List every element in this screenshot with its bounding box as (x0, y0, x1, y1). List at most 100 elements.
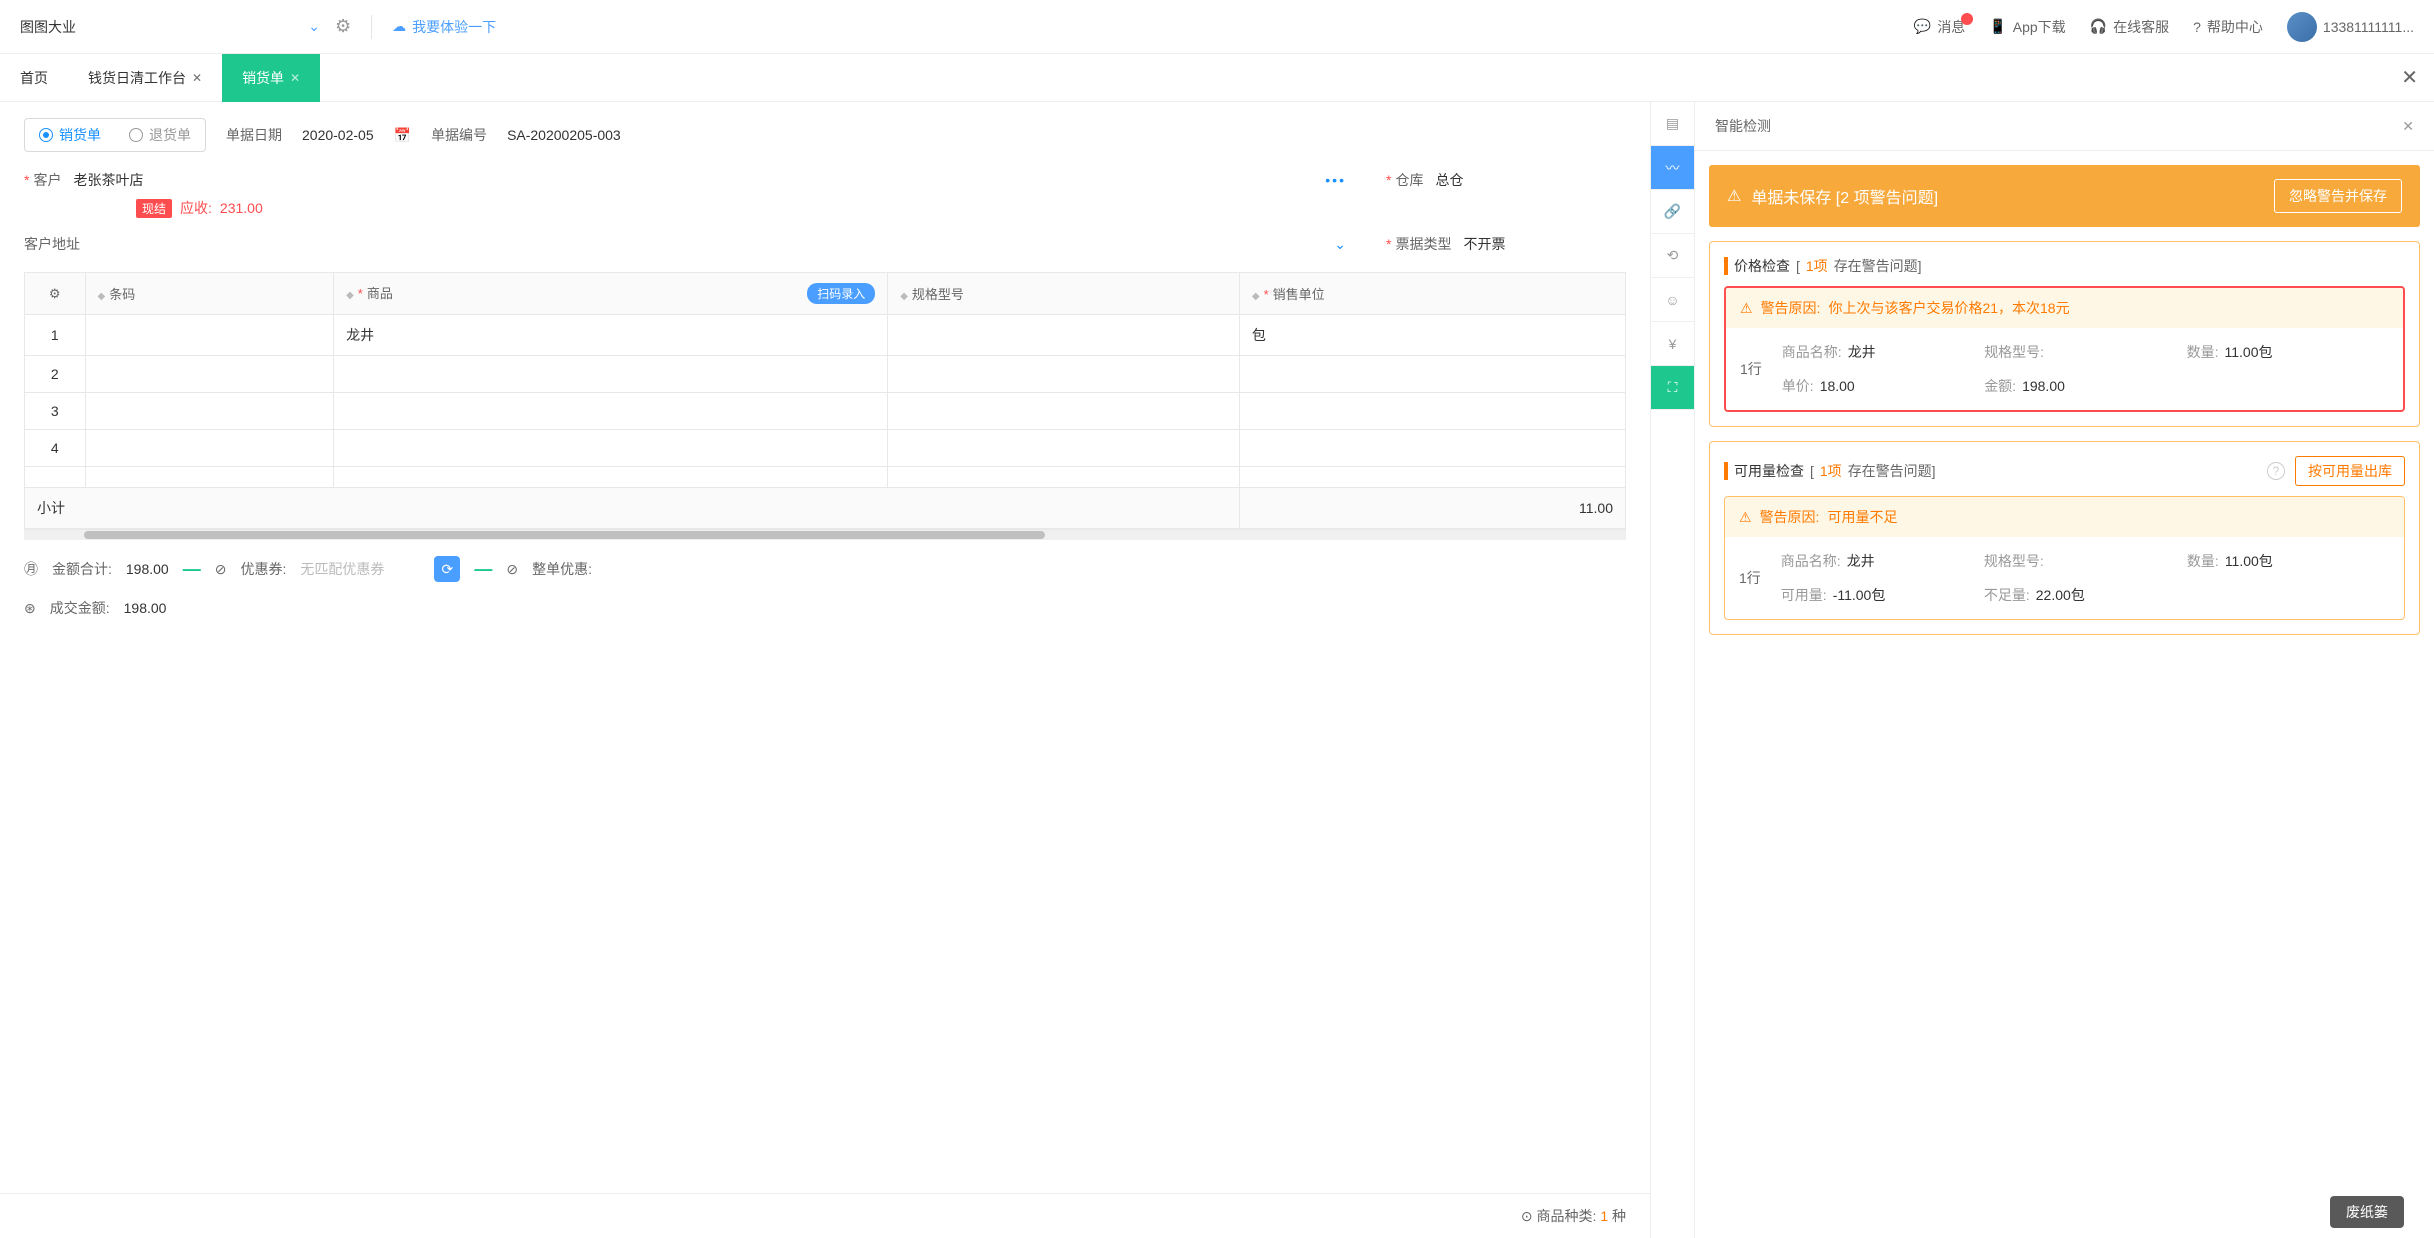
company-selector[interactable]: 图图大业 ⌄ (20, 17, 320, 37)
side-btn-link[interactable]: 🔗 (1651, 190, 1694, 234)
try-experience-link[interactable]: ☁ 我要体验一下 (392, 17, 496, 37)
more-dots-icon[interactable]: ••• (1325, 172, 1346, 188)
warehouse-value[interactable]: 总仓 (1435, 170, 1463, 190)
form-row-1: *客户 老张茶叶店 ••• *仓库 总仓 (0, 162, 1650, 198)
tab-workbench[interactable]: 钱货日清工作台 ✕ (68, 54, 222, 102)
table-row[interactable]: 1 龙井 包 (25, 315, 1625, 356)
warehouse-field: *仓库 总仓 (1386, 170, 1626, 190)
warning-banner: ⚠ 单据未保存 [2 项警告问题] 忽略警告并保存 (1709, 165, 2420, 227)
tab-sales-label: 销货单 (242, 68, 284, 88)
cell-product[interactable]: 龙井 (334, 315, 888, 356)
col-spec[interactable]: ◆规格型号 (888, 273, 1240, 315)
kind-label: 商品种类: (1537, 1208, 1597, 1224)
help-icon: ? (2193, 19, 2201, 35)
yen-icon: ¥ (1669, 336, 1677, 352)
close-icon[interactable]: ✕ (192, 71, 202, 85)
stock-title-text: 可用量检查 (1734, 461, 1804, 481)
side-btn-yen[interactable]: ¥ (1651, 322, 1694, 366)
outbound-button[interactable]: 按可用量出库 (2295, 456, 2405, 486)
side-btn-chart[interactable]: 〰 (1651, 146, 1694, 190)
gear-icon[interactable]: ⚙ (335, 16, 351, 37)
col-barcode[interactable]: ◆条码 (85, 273, 334, 315)
right-panel-title: 智能检测 (1715, 116, 1771, 136)
kind-count: 1 (1600, 1208, 1608, 1224)
invoice-value[interactable]: 不开票 (1463, 234, 1505, 254)
table-row[interactable]: 3 (25, 393, 1625, 430)
price-check-title: 价格检查 [1项存在警告问题] (1724, 256, 2405, 276)
accent-bar (1724, 462, 1728, 480)
warning-reason: ⚠ 警告原因: 你上次与该客户交易价格21，本次18元 (1726, 288, 2403, 328)
discount-label: 整单优惠: (532, 559, 592, 579)
coupon-label: 优惠券: (240, 559, 286, 579)
online-service-link[interactable]: 🎧 在线客服 (2090, 17, 2169, 37)
deal-icon: ⊛ (24, 600, 36, 617)
table-row[interactable]: 4 (25, 430, 1625, 467)
warning-icon: ⚠ (1739, 509, 1752, 526)
tab-sales-order[interactable]: 销货单 ✕ (222, 54, 320, 102)
yen-icon: ㊊ (24, 559, 38, 579)
col-settings[interactable]: ⚙ (25, 273, 85, 315)
service-label: 在线客服 (2113, 17, 2169, 37)
cell-spec[interactable] (888, 315, 1240, 356)
customer-value[interactable]: 老张茶叶店 (73, 170, 143, 190)
stock-check-section: 可用量检查 [1项存在警告问题] ? 按可用量出库 ⚠ 警告原因: 可用量不足 … (1709, 441, 2420, 635)
help-label: 帮助中心 (2207, 17, 2263, 37)
date-label: 单据日期 (226, 125, 282, 145)
side-btn-expand[interactable]: ⛶ (1651, 366, 1694, 410)
help-center-link[interactable]: ? 帮助中心 (2193, 17, 2263, 37)
app-download-link[interactable]: 📱 App下载 (1989, 17, 2065, 37)
radio-return-label: 退货单 (149, 125, 191, 145)
trash-button[interactable]: 废纸篓 (2330, 1196, 2404, 1228)
invoice-label: *票据类型 (1386, 234, 1451, 254)
notification-dot (1961, 13, 1973, 25)
close-icon[interactable]: ✕ (290, 71, 300, 85)
company-name: 图图大业 (20, 17, 76, 37)
stock-check-head: 可用量检查 [1项存在警告问题] ? 按可用量出库 (1724, 456, 2405, 486)
chart-icon: 〰 (1666, 158, 1680, 178)
radio-sales[interactable]: 销货单 (25, 119, 115, 151)
subtotal-value: 11.00 (1239, 488, 1625, 529)
help-icon[interactable]: ? (2267, 462, 2285, 480)
ignore-save-button[interactable]: 忽略警告并保存 (2274, 179, 2402, 213)
tab-workbench-label: 钱货日清工作台 (88, 68, 186, 88)
close-all-icon[interactable]: ✕ (2401, 65, 2418, 90)
reason-text: 你上次与该客户交易价格21，本次18元 (1828, 298, 2069, 318)
user-menu[interactable]: 13381111111... (2287, 12, 2414, 42)
row-idx: 1 (25, 315, 85, 356)
close-icon[interactable]: ✕ (2402, 118, 2414, 135)
messages-link[interactable]: 💬 消息 (1914, 17, 1965, 37)
customer-label: *客户 (24, 170, 61, 190)
cell-barcode[interactable] (85, 315, 334, 356)
side-btn-user[interactable]: ☺ (1651, 278, 1694, 322)
side-btn-refresh[interactable]: ⟲ (1651, 234, 1694, 278)
side-btn-doc[interactable]: ▤ (1651, 102, 1694, 146)
receivable-label: 应收: (180, 198, 212, 218)
orderno-value: SA-20200205-003 (507, 127, 621, 143)
date-value[interactable]: 2020-02-05 (302, 127, 374, 143)
col-unit[interactable]: ◆*销售单位 (1239, 273, 1625, 315)
banner-text: 单据未保存 [2 项警告问题] (1751, 184, 1938, 208)
chevron-down-icon[interactable]: ⌄ (1334, 236, 1346, 253)
calendar-icon[interactable]: 📅 (394, 127, 411, 144)
radio-return[interactable]: 退货单 (115, 119, 205, 151)
settle-badge: 现结 (136, 199, 172, 218)
receivable-value: 231.00 (220, 200, 263, 216)
row-idx: 4 (25, 430, 85, 467)
link-icon: 🔗 (1664, 203, 1681, 220)
refresh-button[interactable]: ⟳ (434, 556, 460, 582)
tab-home[interactable]: 首页 (0, 54, 68, 102)
coupon-input[interactable]: 无匹配优惠券 (300, 559, 420, 579)
items-table: ⚙ ◆条码 ◆*商品扫码录入 ◆规格型号 ◆*销售单位 1 龙井 包 (24, 272, 1626, 530)
main-wrap: 销货单 退货单 单据日期 2020-02-05 📅 单据编号 SA-202002… (0, 102, 2434, 1238)
customer-field: *客户 老张茶叶店 ••• (24, 170, 1346, 190)
table-row[interactable]: 2 (25, 356, 1625, 393)
cell-unit[interactable]: 包 (1239, 315, 1625, 356)
username: 13381111111... (2323, 19, 2414, 35)
scan-button[interactable]: 扫码录入 (807, 283, 875, 304)
row-idx: 3 (25, 393, 85, 430)
right-panel-header: 智能检测 ✕ (1695, 102, 2434, 151)
accent-bar (1724, 257, 1728, 275)
horizontal-scrollbar[interactable] (24, 530, 1626, 540)
warehouse-label: *仓库 (1386, 170, 1423, 190)
col-product[interactable]: ◆*商品扫码录入 (334, 273, 888, 315)
